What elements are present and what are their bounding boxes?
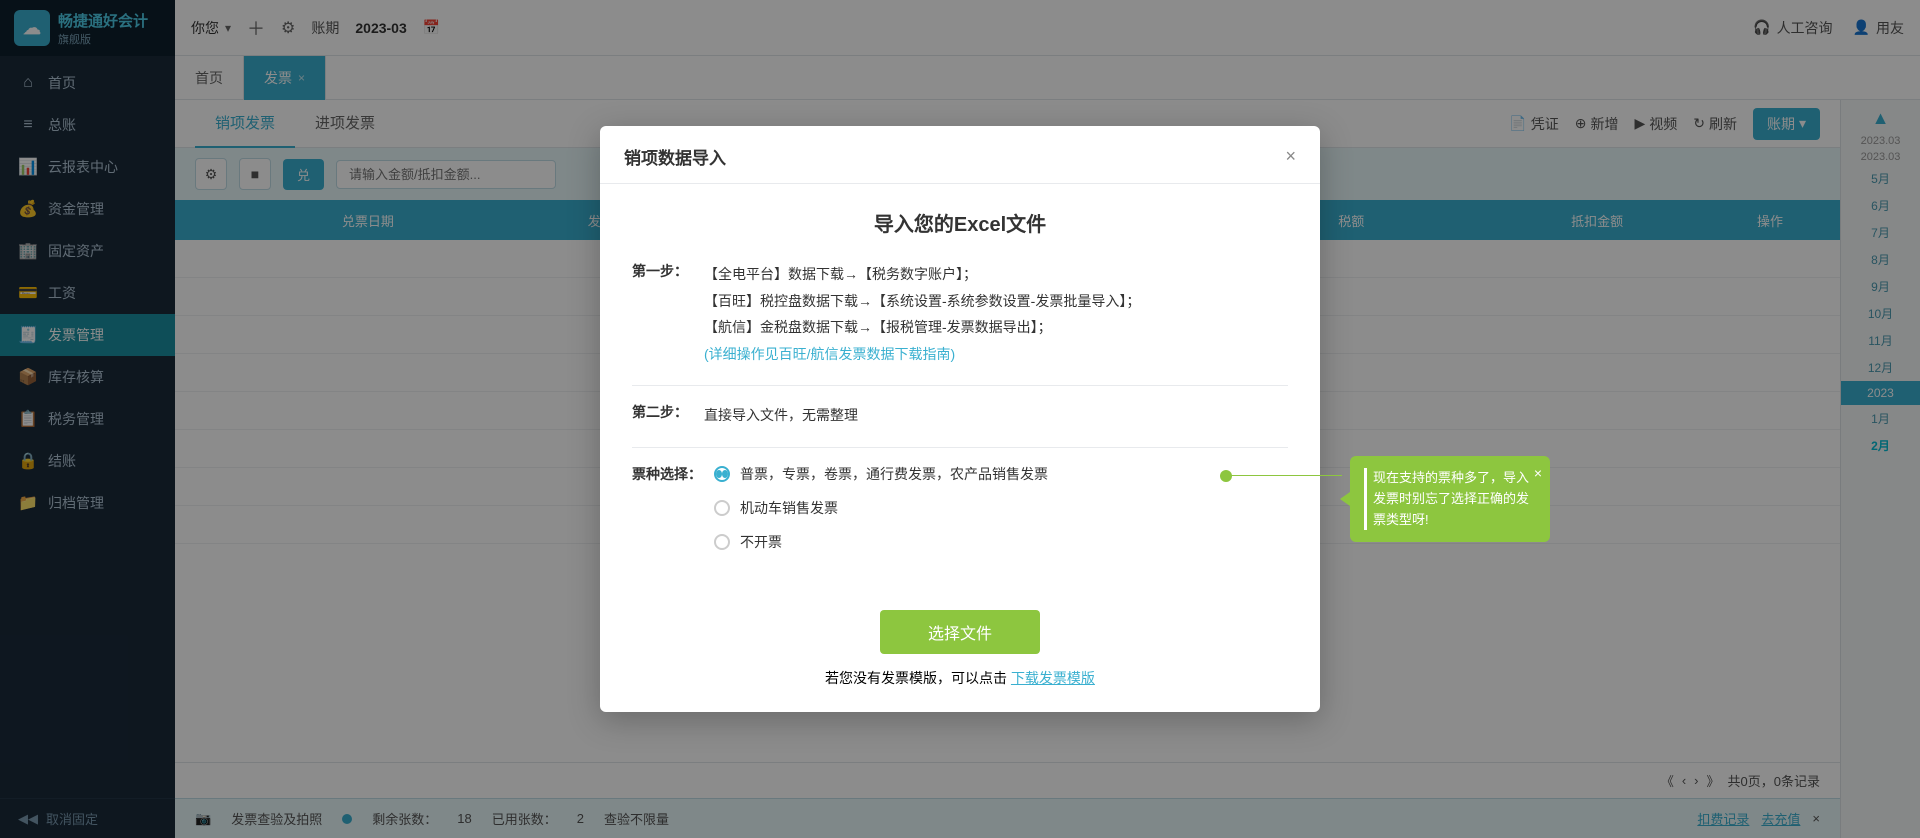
divider — [632, 385, 1288, 386]
radio-item-1[interactable]: 普票，专票，卷票，通行费发票，农产品销售发票 — [714, 464, 1048, 484]
radio-1-circle — [714, 466, 730, 482]
step1-link[interactable]: (详细操作见百旺/航信发票数据下载指南) — [704, 346, 955, 362]
radio-group: 普票，专票，卷票，通行费发票，农产品销售发票 机动车销售发票 不开票 — [714, 464, 1048, 552]
select-file-button[interactable]: 选择文件 — [880, 610, 1040, 654]
step1-line-3: 【航信】金税盘数据下载→【报税管理-发票数据导出】； — [704, 314, 1140, 341]
step2-label: 第二步： — [632, 402, 692, 429]
import-title: 导入您的Excel文件 — [632, 208, 1288, 237]
modal-title: 销项数据导入 — [624, 144, 726, 169]
ticket-choice-row: 票种选择： 普票，专票，卷票，通行费发票，农产品销售发票 机动车销售发票 不开票 — [632, 464, 1288, 552]
download-template-link[interactable]: 下载发票模版 — [1011, 670, 1095, 686]
footer-text-row: 若您没有发票模版，可以点击 下载发票模版 — [825, 668, 1095, 688]
modal-footer: 选择文件 若您没有发票模版，可以点击 下载发票模版 — [600, 594, 1320, 712]
radio-item-3[interactable]: 不开票 — [714, 532, 1048, 552]
modal-overlay: 销项数据导入 × 导入您的Excel文件 第一步： 【全电平台】数据下载→【税务… — [0, 0, 1920, 838]
radio-1-label: 普票，专票，卷票，通行费发票，农产品销售发票 — [740, 464, 1048, 484]
tooltip-text: 现在支持的票种多了，导入发票时别忘了选择正确的发票类型呀! — [1364, 468, 1536, 530]
radio-3-label: 不开票 — [740, 532, 782, 552]
modal-body: 导入您的Excel文件 第一步： 【全电平台】数据下载→【税务数字账户】； 【百… — [600, 184, 1320, 594]
divider2 — [632, 447, 1288, 448]
step1-content: 【全电平台】数据下载→【税务数字账户】； 【百旺】税控盘数据下载→【系统设置-系… — [704, 261, 1140, 367]
modal-close-button[interactable]: × — [1285, 146, 1296, 167]
step1-row: 第一步： 【全电平台】数据下载→【税务数字账户】； 【百旺】税控盘数据下载→【系… — [632, 261, 1288, 367]
import-modal: 销项数据导入 × 导入您的Excel文件 第一步： 【全电平台】数据下载→【税务… — [600, 126, 1320, 712]
ticket-choice-label: 票种选择： — [632, 464, 702, 552]
radio-2-label: 机动车销售发票 — [740, 498, 838, 518]
tooltip-close-icon[interactable]: × — [1534, 462, 1542, 484]
tooltip-dot — [1220, 470, 1232, 482]
radio-3-circle — [714, 534, 730, 550]
step1-line-2: 【百旺】税控盘数据下载→【系统设置-系统参数设置-发票批量导入】； — [704, 288, 1140, 315]
step2-content: 直接导入文件，无需整理 — [704, 402, 858, 429]
radio-item-2[interactable]: 机动车销售发票 — [714, 498, 1048, 518]
tooltip-arrow — [1340, 492, 1350, 506]
tooltip-container: 现在支持的票种多了，导入发票时别忘了选择正确的发票类型呀! × — [1350, 456, 1550, 542]
step1-label: 第一步： — [632, 261, 692, 367]
footer-text: 若您没有发票模版，可以点击 — [825, 670, 1007, 686]
step2-row: 第二步： 直接导入文件，无需整理 — [632, 402, 1288, 429]
tooltip-line — [1230, 475, 1342, 476]
modal-header: 销项数据导入 × — [600, 126, 1320, 184]
radio-2-circle — [714, 500, 730, 516]
tooltip-bubble: 现在支持的票种多了，导入发票时别忘了选择正确的发票类型呀! × — [1350, 456, 1550, 542]
step1-line-1: 【全电平台】数据下载→【税务数字账户】； — [704, 261, 1140, 288]
